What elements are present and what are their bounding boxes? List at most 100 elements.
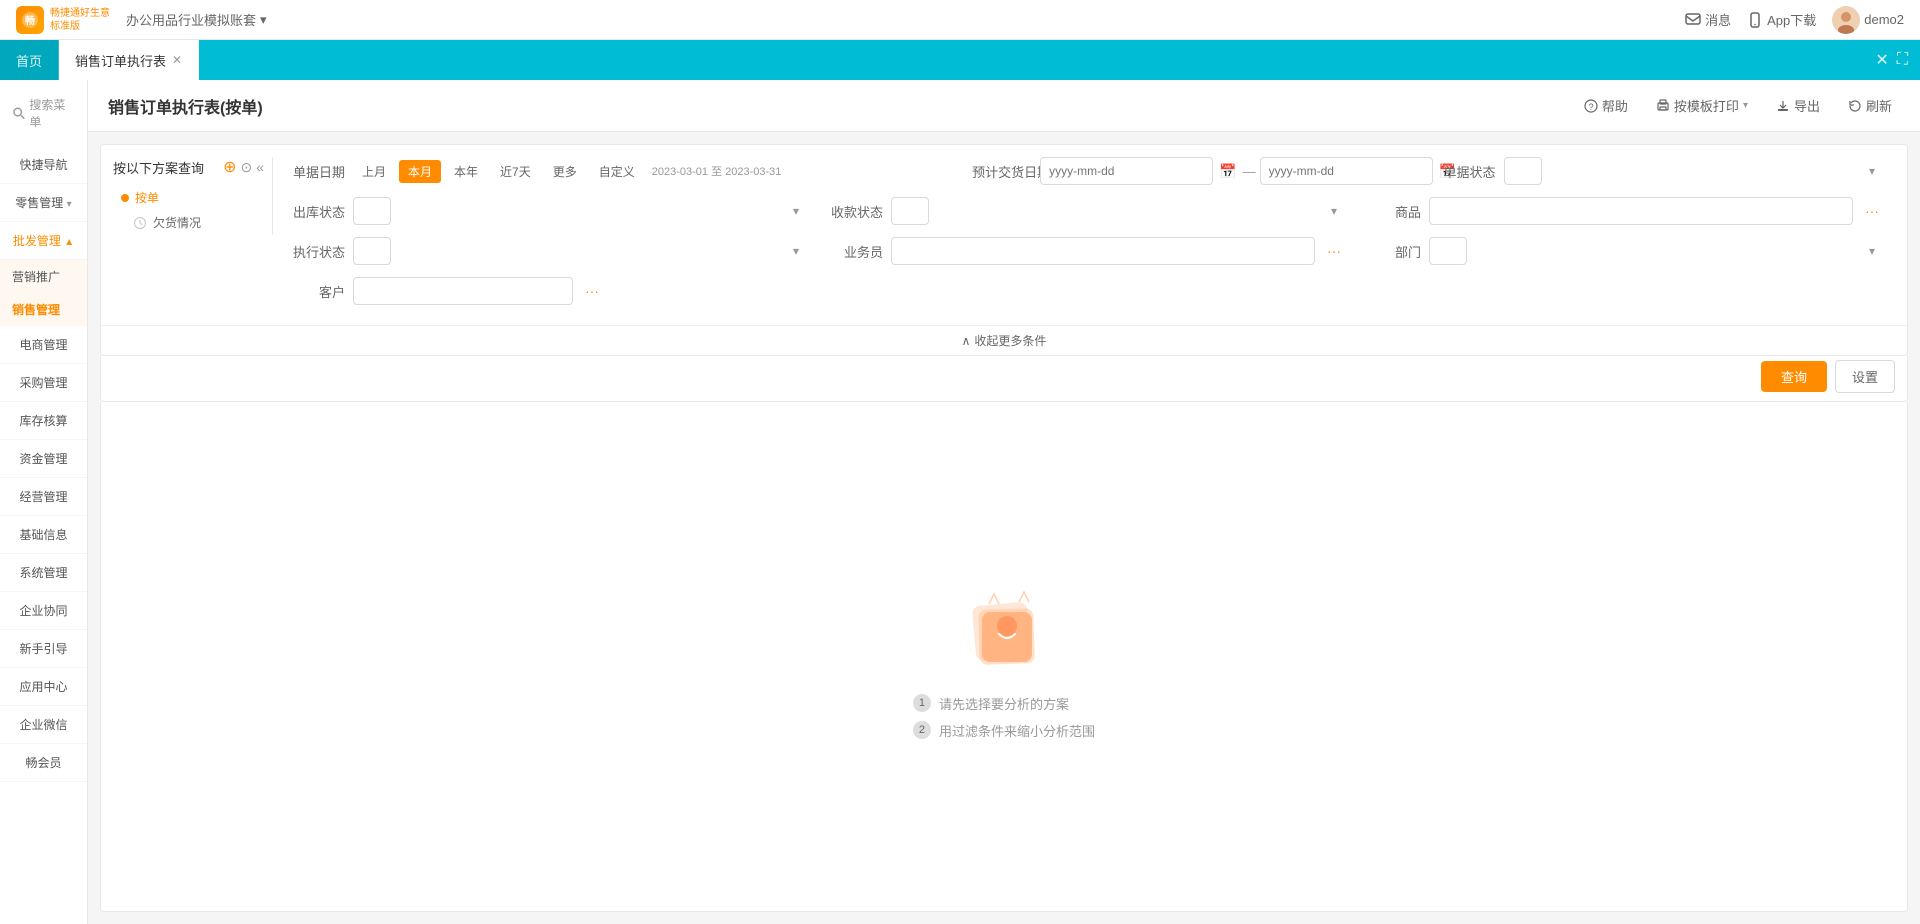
sales-label: 销售管理 bbox=[12, 303, 60, 317]
top-bar-right: 消息 App下载 demo2 bbox=[1685, 6, 1904, 34]
sidebar-item-wechat[interactable]: 企业微信 bbox=[0, 706, 87, 744]
tip-1-text: 请先选择要分析的方案 bbox=[939, 694, 1069, 713]
sidebar-item-retail[interactable]: 零售管理 ▾ bbox=[0, 184, 87, 222]
system-label: 系统管理 bbox=[19, 566, 67, 580]
goods-input[interactable] bbox=[1429, 197, 1853, 225]
collapse-scheme-button[interactable]: « bbox=[256, 159, 264, 175]
filter-panel: 按以下方案查询 ⊕ ⊙ « 按单 欠货情况 bbox=[100, 144, 1908, 356]
expected-date-end-input[interactable] bbox=[1260, 157, 1433, 185]
sidebar-item-finance[interactable]: 资金管理 bbox=[0, 440, 87, 478]
print-icon bbox=[1656, 99, 1670, 113]
doc-status-select-wrap bbox=[1504, 157, 1883, 185]
date-pill-last-month[interactable]: 上月 bbox=[353, 160, 395, 183]
enterprise-label: 企业协同 bbox=[19, 604, 67, 618]
ship-status-select[interactable] bbox=[353, 197, 391, 225]
app-download-button[interactable]: App下载 bbox=[1747, 10, 1816, 29]
main-layout: 搜索菜单 快捷导航 零售管理 ▾ 批发管理 ▲ 营销推广 销售管理 电商管理 采… bbox=[0, 80, 1920, 924]
newbie-label: 新手引导 bbox=[19, 642, 67, 656]
date-pill-7days[interactable]: 近7天 bbox=[491, 160, 540, 183]
refresh-button[interactable]: 刷新 bbox=[1840, 92, 1900, 119]
top-bar-left: 畅 畅捷通好生意 标准版 办公用品行业模拟账套 ▾ bbox=[16, 6, 275, 34]
company-select[interactable]: 办公用品行业模拟账套 ▾ bbox=[118, 8, 275, 31]
date-range-wrap: 📅 — 📅 bbox=[1040, 157, 1458, 185]
sidebar-item-wholesale[interactable]: 批发管理 ▲ bbox=[0, 222, 87, 260]
message-label: 消息 bbox=[1705, 10, 1731, 29]
sidebar-item-enterprise[interactable]: 企业协同 bbox=[0, 592, 87, 630]
customer-input[interactable] bbox=[353, 277, 573, 305]
sidebar-item-member[interactable]: 畅会员 bbox=[0, 744, 87, 782]
refresh-label: 刷新 bbox=[1866, 96, 1892, 115]
customer-more-icon[interactable]: ··· bbox=[581, 283, 603, 299]
sidebar-item-purchase[interactable]: 采购管理 bbox=[0, 364, 87, 402]
filter-row-3: 执行状态 业务员 ··· bbox=[285, 237, 1883, 265]
edit-scheme-button[interactable]: ⊙ bbox=[240, 159, 252, 176]
empty-illustration bbox=[954, 574, 1054, 674]
sidebar-item-operation[interactable]: 经营管理 bbox=[0, 478, 87, 516]
sidebar-item-inventory[interactable]: 库存核算 bbox=[0, 402, 87, 440]
expected-date-start-input[interactable] bbox=[1040, 157, 1213, 185]
basic-label: 基础信息 bbox=[19, 528, 67, 542]
sidebar-item-shortcut[interactable]: 快捷导航 bbox=[0, 146, 87, 184]
active-dot-icon bbox=[121, 194, 129, 202]
salesperson-more-icon[interactable]: ··· bbox=[1323, 243, 1345, 259]
sidebar-item-marketing[interactable]: 营销推广 bbox=[0, 260, 87, 293]
empty-state: 1 请先选择要分析的方案 2 用过滤条件来缩小分析范围 bbox=[100, 402, 1908, 912]
tab-home[interactable]: 首页 bbox=[0, 40, 59, 80]
top-bar: 畅 畅捷通好生意 标准版 办公用品行业模拟账套 ▾ 消息 App下载 demo2 bbox=[0, 0, 1920, 40]
sidebar-item-system[interactable]: 系统管理 bbox=[0, 554, 87, 592]
receipt-status-label: 收款状态 bbox=[823, 202, 883, 221]
retail-label: 零售管理 bbox=[15, 196, 63, 210]
scheme-item-by-order[interactable]: 按单 bbox=[113, 185, 264, 210]
dept-select[interactable] bbox=[1429, 237, 1467, 265]
tab-close-icon[interactable]: ✕ bbox=[172, 53, 182, 67]
search-menu-item[interactable]: 搜索菜单 bbox=[8, 88, 79, 138]
salesperson-input[interactable] bbox=[891, 237, 1315, 265]
date-pill-this-year[interactable]: 本年 bbox=[445, 160, 487, 183]
help-button[interactable]: ? 帮助 bbox=[1576, 92, 1636, 119]
action-row: 查询 设置 bbox=[100, 356, 1908, 402]
filter-row-4: 客户 ··· bbox=[285, 277, 1883, 305]
ecommerce-label: 电商管理 bbox=[19, 338, 67, 352]
tab-sales-exec[interactable]: 销售订单执行表 ✕ bbox=[59, 40, 199, 80]
collapse-arrow-icon: ∧ bbox=[962, 334, 971, 348]
export-button[interactable]: 导出 bbox=[1768, 92, 1828, 119]
add-scheme-button[interactable]: ⊕ bbox=[223, 157, 236, 177]
maximize-button[interactable]: ⛶ bbox=[1897, 51, 1908, 69]
scheme-item-by-debt[interactable]: 欠货情况 bbox=[113, 210, 264, 235]
salesperson-label: 业务员 bbox=[823, 242, 883, 261]
sidebar-item-sales[interactable]: 销售管理 bbox=[0, 293, 87, 326]
ship-status-label: 出库状态 bbox=[285, 202, 345, 221]
operation-label: 经营管理 bbox=[19, 490, 67, 504]
wechat-label: 企业微信 bbox=[19, 718, 67, 732]
close-window-button[interactable]: ✕ bbox=[1875, 50, 1888, 70]
receipt-status-select[interactable] bbox=[891, 197, 929, 225]
sidebar-item-basic[interactable]: 基础信息 bbox=[0, 516, 87, 554]
print-button[interactable]: 按模板打印 ▾ bbox=[1648, 92, 1756, 119]
app-download-label: App下载 bbox=[1767, 10, 1816, 29]
collapse-bar[interactable]: ∧ 收起更多条件 bbox=[101, 325, 1907, 355]
doc-status-select[interactable] bbox=[1504, 157, 1542, 185]
calendar-start-icon[interactable]: 📅 bbox=[1217, 163, 1238, 180]
date-pill-more[interactable]: 更多 bbox=[544, 160, 586, 183]
sidebar-item-appstore[interactable]: 应用中心 bbox=[0, 668, 87, 706]
exec-status-field: 执行状态 bbox=[285, 237, 807, 265]
date-pill-custom[interactable]: 自定义 bbox=[590, 160, 644, 183]
message-icon bbox=[1685, 12, 1701, 28]
settings-button[interactable]: 设置 bbox=[1835, 360, 1895, 393]
user-menu[interactable]: demo2 bbox=[1832, 6, 1904, 34]
message-button[interactable]: 消息 bbox=[1685, 10, 1731, 29]
tip-num-1: 1 bbox=[913, 694, 931, 712]
scheme-header: 按以下方案查询 ⊕ ⊙ « bbox=[113, 157, 264, 185]
date-pill-this-month[interactable]: 本月 bbox=[399, 160, 441, 183]
help-label: 帮助 bbox=[1602, 96, 1628, 115]
export-label: 导出 bbox=[1794, 96, 1820, 115]
sidebar-item-ecommerce[interactable]: 电商管理 bbox=[0, 326, 87, 364]
exec-status-select[interactable] bbox=[353, 237, 391, 265]
query-button[interactable]: 查询 bbox=[1761, 361, 1827, 392]
ship-status-field: 出库状态 bbox=[285, 197, 807, 225]
export-icon bbox=[1776, 99, 1790, 113]
goods-more-icon[interactable]: ··· bbox=[1861, 203, 1883, 219]
tip-num-2: 2 bbox=[913, 721, 931, 739]
sidebar-item-newbie[interactable]: 新手引导 bbox=[0, 630, 87, 668]
doc-status-field: 单据状态 bbox=[1436, 157, 1883, 185]
